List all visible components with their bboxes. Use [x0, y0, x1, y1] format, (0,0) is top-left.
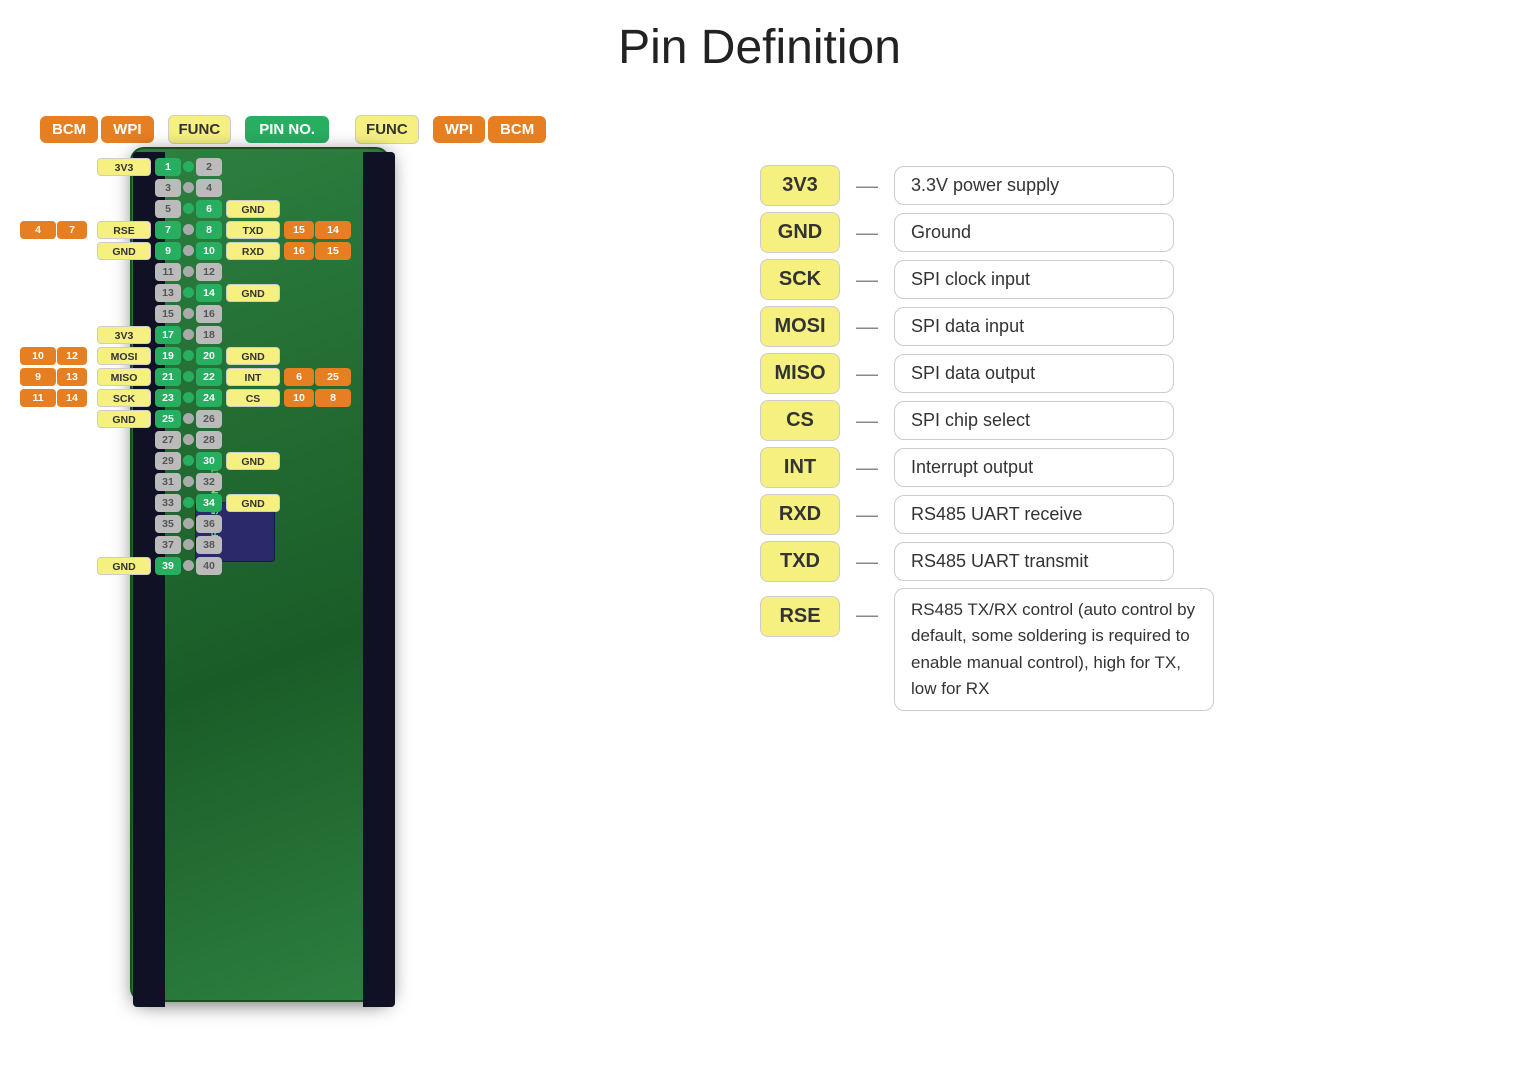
pin-row-3: 5 6 GND — [20, 199, 351, 218]
pin-dot — [183, 392, 194, 403]
main-layout: BCM WPI FUNC PIN NO. FUNC WPI BCM RS485 … — [20, 105, 1499, 711]
pin-dot — [183, 518, 194, 529]
pin-dot — [183, 476, 194, 487]
pin-dot — [183, 308, 194, 319]
pin-row-10: 10 12 MOSI 19 20 GND — [20, 346, 351, 365]
pin-row-9: 3V3 17 18 — [20, 325, 351, 344]
pin-dot — [183, 287, 194, 298]
pin-row-13: GND 25 26 — [20, 409, 351, 428]
pin-row-17: 33 34 GND — [20, 493, 351, 512]
legend-badge-mosi: MOSI — [760, 306, 840, 347]
pin-row-5: GND 9 10 RXD 16 15 — [20, 241, 351, 260]
legend-desc-rxd: RS485 UART receive — [894, 495, 1174, 534]
legend-desc-miso: SPI data output — [894, 354, 1174, 393]
legend-3v3: 3V3 — 3.3V power supply — [760, 165, 1499, 206]
pin-row-12: 11 14 SCK 23 24 CS 10 8 — [20, 388, 351, 407]
header-pinno: PIN NO. — [245, 116, 329, 143]
legend-desc-3v3: 3.3V power supply — [894, 166, 1174, 205]
pin-dot — [183, 245, 194, 256]
pin-row-2: 3 4 — [20, 178, 351, 197]
pin-row-8: 15 16 — [20, 304, 351, 323]
pin-dot — [183, 497, 194, 508]
legend-int: INT — Interrupt output — [760, 447, 1499, 488]
legend-badge-gnd: GND — [760, 212, 840, 253]
legend-desc-sck: SPI clock input — [894, 260, 1174, 299]
pin-dot — [183, 161, 194, 172]
legend-badge-rxd: RXD — [760, 494, 840, 535]
legend-desc-rse: RS485 TX/RX control (auto control by def… — [894, 588, 1214, 711]
pin-dot — [183, 413, 194, 424]
legend-desc-cs: SPI chip select — [894, 401, 1174, 440]
legend-rse: RSE — RS485 TX/RX control (auto control … — [760, 588, 1499, 711]
legend-desc-txd: RS485 UART transmit — [894, 542, 1174, 581]
pin-dot — [183, 266, 194, 277]
pin-row-1: 3V3 1 2 — [20, 157, 351, 176]
pin-dot — [183, 560, 194, 571]
legend-gnd: GND — Ground — [760, 212, 1499, 253]
pin-row-14: 27 28 — [20, 430, 351, 449]
legend-sck: SCK — SPI clock input — [760, 259, 1499, 300]
legend-badge-rse: RSE — [760, 596, 840, 637]
pin-header-row: BCM WPI FUNC PIN NO. FUNC WPI BCM — [40, 115, 720, 144]
legend-badge-txd: TXD — [760, 541, 840, 582]
page-title: Pin Definition — [618, 20, 901, 75]
pin-dot — [183, 329, 194, 340]
header-wpi: WPI — [101, 116, 153, 143]
pin-row-11: 9 13 MISO 21 22 INT 6 25 — [20, 367, 351, 386]
legend-rxd: RXD — RS485 UART receive — [760, 494, 1499, 535]
header-func: FUNC — [168, 115, 232, 144]
pin-dot — [183, 434, 194, 445]
legend-badge-sck: SCK — [760, 259, 840, 300]
pin-dot — [183, 350, 194, 361]
pin-dot — [183, 224, 194, 235]
pin-row-6: 11 12 — [20, 262, 351, 281]
header-bcm: BCM — [40, 116, 98, 143]
header-func2: FUNC — [355, 115, 419, 144]
legend-desc-int: Interrupt output — [894, 448, 1174, 487]
legend-miso: MISO — SPI data output — [760, 353, 1499, 394]
pin-dot — [183, 203, 194, 214]
pin-row-16: 31 32 — [20, 472, 351, 491]
header-wpi2: WPI — [433, 116, 485, 143]
pin-row-20: GND 39 40 — [20, 556, 351, 575]
pin-rows-container: 3V3 1 2 3 4 — [20, 157, 351, 575]
legend-txd: TXD — RS485 UART transmit — [760, 541, 1499, 582]
pin-diagram-section: BCM WPI FUNC PIN NO. FUNC WPI BCM RS485 … — [20, 105, 720, 575]
legend-mosi: MOSI — SPI data input — [760, 306, 1499, 347]
legend-badge-int: INT — [760, 447, 840, 488]
pin-row-15: 29 30 GND — [20, 451, 351, 470]
legend-badge-3v3: 3V3 — [760, 165, 840, 206]
pin-dot — [183, 182, 194, 193]
header-bcm2: BCM — [488, 116, 546, 143]
pin-dot — [183, 539, 194, 550]
legend-desc-mosi: SPI data input — [894, 307, 1174, 346]
pin-dot — [183, 371, 194, 382]
pin-row-18: 35 36 — [20, 514, 351, 533]
legend-section: 3V3 — 3.3V power supply GND — Ground SCK… — [760, 105, 1499, 711]
pin-row-7: 13 14 GND — [20, 283, 351, 302]
legend-desc-gnd: Ground — [894, 213, 1174, 252]
pin-row-4: 4 7 RSE 7 8 TXD 15 14 — [20, 220, 351, 239]
legend-badge-cs: CS — [760, 400, 840, 441]
pin-row-19: 37 38 — [20, 535, 351, 554]
legend-badge-miso: MISO — [760, 353, 840, 394]
pin-dot — [183, 455, 194, 466]
legend-cs: CS — SPI chip select — [760, 400, 1499, 441]
